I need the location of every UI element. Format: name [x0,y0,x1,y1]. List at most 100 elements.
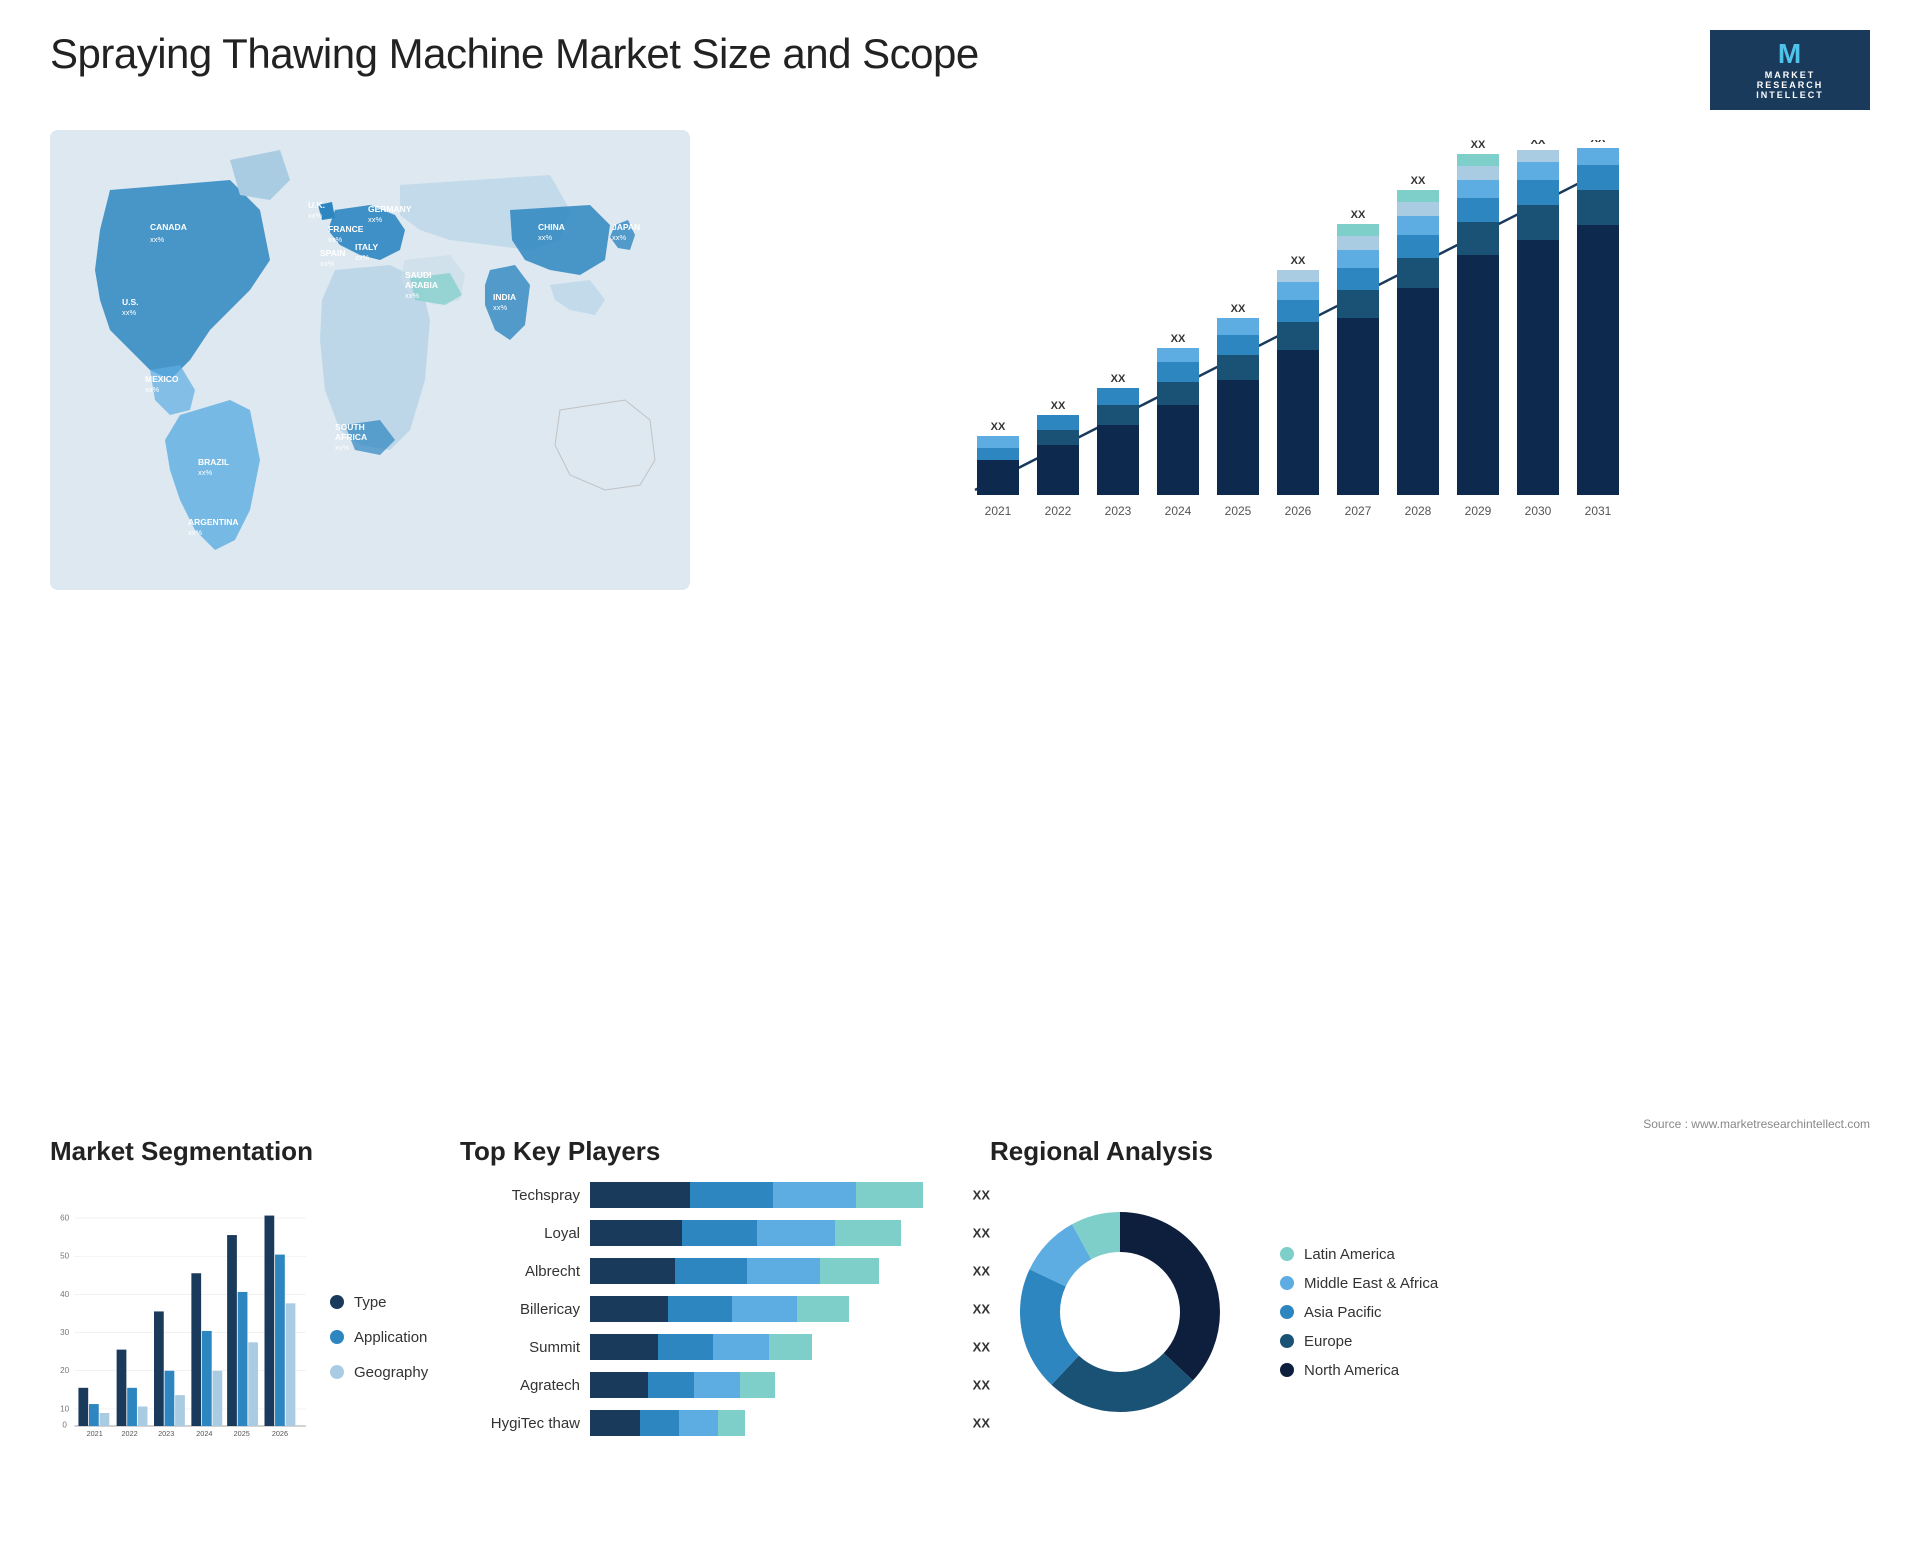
seg-legend: Type Application Geography [330,1182,428,1492]
legend-application: Application [330,1329,428,1346]
logo-letter: M [1778,40,1802,68]
svg-text:2026: 2026 [1285,504,1312,518]
map-label-saudi2: ARABIA [405,280,438,290]
logo-line1: MARKET [1765,70,1816,80]
legend-dot-north-america [1280,1363,1294,1377]
map-value-safrica: xx% [335,443,350,452]
players-list: Techspray XX Loyal [460,1182,960,1436]
map-value-germany: xx% [368,215,383,224]
legend-label-type: Type [354,1294,387,1311]
player-name-techspray: Techspray [460,1187,580,1204]
svg-text:2023: 2023 [158,1429,174,1438]
map-value-mexico: xx% [145,385,160,394]
legend-dot-europe [1280,1334,1294,1348]
map-label-spain: SPAIN [320,248,345,258]
page-title: Spraying Thawing Machine Market Size and… [50,30,979,78]
regional-legend: Latin America Middle East & Africa Asia … [1280,1246,1438,1379]
player-bar-summit: XX [590,1334,960,1360]
player-name-billericay: Billericay [460,1301,580,1318]
svg-text:2021: 2021 [87,1429,103,1438]
map-label-china: CHINA [538,222,565,232]
svg-text:2025: 2025 [1225,504,1252,518]
map-label-italy: ITALY [355,242,378,252]
legend-asia-pacific: Asia Pacific [1280,1304,1438,1321]
player-row-agratech: Agratech XX [460,1372,960,1398]
map-label-argentina: ARGENTINA [188,517,239,527]
map-value-argentina: xx% [188,528,203,537]
player-name-hygitec: HygiTec thaw [460,1415,580,1432]
map-value-italy: xx% [355,253,370,262]
svg-text:0: 0 [62,1421,67,1430]
legend-label-europe: Europe [1304,1333,1352,1350]
svg-text:30: 30 [60,1328,70,1337]
svg-text:2025: 2025 [234,1429,250,1438]
map-value-canada: xx% [150,235,165,244]
players-title: Top Key Players [460,1136,960,1167]
map-section: CANADA xx% U.S. xx% MEXICO xx% BRAZIL xx… [50,130,690,1116]
svg-text:2022: 2022 [1045,504,1072,518]
player-xx-billericay: XX [973,1302,990,1317]
map-value-uk: xx% [308,211,323,220]
svg-text:XX: XX [1471,140,1486,151]
legend-north-america: North America [1280,1362,1438,1379]
legend-europe: Europe [1280,1333,1438,1350]
logo-container: M MARKET RESEARCH INTELLECT [1710,30,1870,110]
legend-label-latin-america: Latin America [1304,1246,1395,1263]
player-xx-techspray: XX [973,1188,990,1203]
legend-label-middle-east-africa: Middle East & Africa [1304,1275,1438,1292]
player-xx-loyal: XX [973,1226,990,1241]
map-label-uk: U.K. [308,200,325,210]
donut-container: Latin America Middle East & Africa Asia … [990,1182,1870,1442]
legend-latin-america: Latin America [1280,1246,1438,1263]
page-container: Spraying Thawing Machine Market Size and… [0,0,1920,1146]
svg-text:2022: 2022 [122,1429,138,1438]
svg-text:2021: 2021 [985,504,1012,518]
segmentation-section: Market Segmentation 60 50 40 30 20 10 0 [50,1136,430,1556]
map-label-us: U.S. [122,297,139,307]
map-label-safrica2: AFRICA [335,432,367,442]
svg-text:2024: 2024 [196,1429,212,1438]
legend-dot-geography [330,1365,344,1379]
map-value-saudi: xx% [405,291,420,300]
players-section: Top Key Players Techspray XX [460,1136,960,1556]
source-text: Source : www.marketresearchintellect.com [1643,1117,1870,1131]
svg-text:2027: 2027 [1345,504,1372,518]
svg-text:60: 60 [60,1213,70,1222]
regional-title: Regional Analysis [990,1136,1870,1167]
top-row: CANADA xx% U.S. xx% MEXICO xx% BRAZIL xx… [50,130,1870,1116]
svg-text:XX: XX [1051,400,1066,412]
svg-text:20: 20 [60,1366,70,1375]
svg-text:2028: 2028 [1405,504,1432,518]
svg-text:XX: XX [1411,175,1426,187]
player-name-loyal: Loyal [460,1225,580,1242]
map-label-india: INDIA [493,292,516,302]
logo-line2: RESEARCH [1757,80,1824,90]
map-value-spain: xx% [320,259,335,268]
player-name-summit: Summit [460,1339,580,1356]
player-row-hygitec: HygiTec thaw XX [460,1410,960,1436]
svg-text:XX: XX [1531,140,1546,147]
svg-text:10: 10 [60,1404,70,1413]
svg-text:2024: 2024 [1165,504,1192,518]
svg-text:2029: 2029 [1465,504,1492,518]
bar-chart-svg: XX 2021 XX 2022 XX 2023 [730,140,1840,540]
legend-label-application: Application [354,1329,427,1346]
map-label-mexico: MEXICO [145,374,179,384]
player-xx-agratech: XX [973,1378,990,1393]
legend-type: Type [330,1294,428,1311]
player-row-summit: Summit XX [460,1334,960,1360]
svg-text:XX: XX [1231,303,1246,315]
svg-text:2026: 2026 [272,1429,288,1438]
svg-text:XX: XX [1291,255,1306,267]
map-label-brazil: BRAZIL [198,457,229,467]
legend-dot-application [330,1330,344,1344]
map-container: CANADA xx% U.S. xx% MEXICO xx% BRAZIL xx… [50,130,690,590]
player-bar-albrecht: XX [590,1258,960,1284]
svg-text:2031: 2031 [1585,504,1612,518]
player-xx-albrecht: XX [973,1264,990,1279]
player-bar-agratech: XX [590,1372,960,1398]
player-xx-summit: XX [973,1340,990,1355]
svg-text:40: 40 [60,1290,70,1299]
svg-text:XX: XX [1111,373,1126,385]
map-value-brazil: xx% [198,468,213,477]
